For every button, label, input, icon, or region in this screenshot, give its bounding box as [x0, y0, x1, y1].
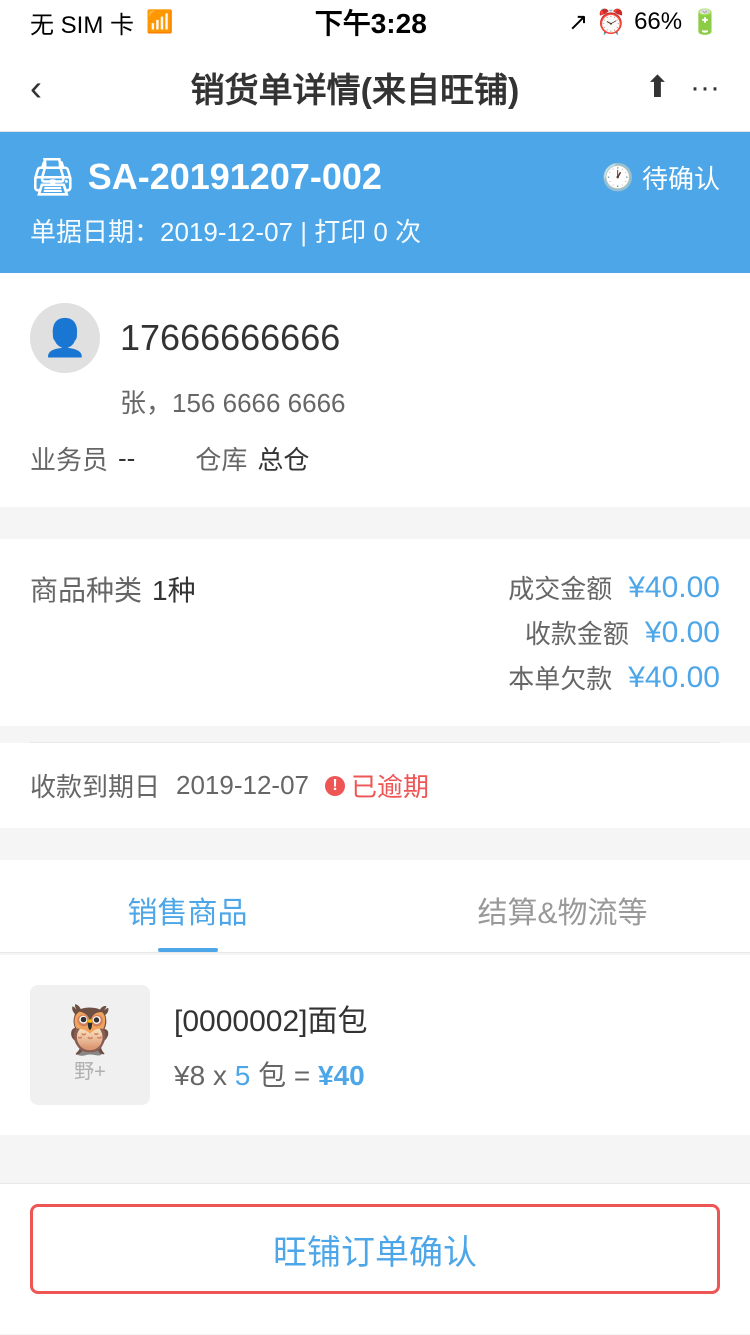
order-id-icon: 🖨 — [30, 156, 76, 198]
due-date-value: 2019-12-07 — [176, 770, 309, 801]
tab-products-label: 销售商品 — [128, 897, 248, 930]
status-bar: 无 SIM 卡 📶 下午3:28 ↗ ⏰ 66% 🔋 — [0, 0, 750, 44]
nav-actions: ⬆ ··· — [620, 70, 720, 105]
collected-amount-item: 收款金额 ¥0.00 — [525, 614, 720, 651]
product-name: [0000002]面包 — [174, 996, 720, 1040]
summary-left: 商品种类 1种 — [30, 569, 196, 609]
product-logo: 🦉 野+ — [60, 1007, 120, 1084]
product-item: 🦉 野+ [0000002]面包 ¥8 x 5 包 = ¥40 — [0, 955, 750, 1135]
warehouse-field: 仓库 总仓 — [195, 440, 309, 477]
quantity: 5 — [235, 1060, 251, 1091]
order-header-row1: 🖨 SA-20191207-002 🕐 待确认 — [30, 156, 720, 198]
collected-value: ¥0.00 — [645, 616, 720, 650]
customer-card: 👤 17666666666 张，156 6666 6666 业务员 -- 仓库 … — [0, 273, 750, 507]
more-icon[interactable]: ··· — [690, 71, 720, 105]
status-left: 无 SIM 卡 📶 — [30, 5, 173, 40]
overdue-icon: ! — [325, 776, 345, 796]
plus-label: 野+ — [74, 1055, 106, 1084]
battery-text: 66% — [634, 8, 682, 36]
customer-meta: 业务员 -- 仓库 总仓 — [30, 440, 720, 477]
page-title: 销货单详情(来自旺铺) — [90, 63, 620, 112]
product-info: [0000002]面包 ¥8 x 5 包 = ¥40 — [174, 996, 720, 1094]
customer-name: 张，156 6666 6666 — [30, 383, 720, 420]
transaction-value: ¥40.00 — [628, 571, 720, 605]
status-right: ↗ ⏰ 66% 🔋 — [568, 8, 720, 37]
confirm-order-button[interactable]: 旺铺订单确认 — [30, 1204, 720, 1294]
share-icon[interactable]: ⬆ — [645, 70, 670, 105]
owed-value: ¥40.00 — [628, 661, 720, 695]
summary-card: 商品种类 1种 成交金额 ¥40.00 收款金额 ¥0.00 本单欠款 ¥40.… — [0, 539, 750, 726]
alarm-icon: ⏰ — [596, 8, 626, 37]
tab-settlement-label: 结算&物流等 — [477, 897, 647, 930]
product-type-item: 商品种类 1种 — [30, 569, 196, 609]
nav-bar: ‹ 销货单详情(来自旺铺) ⬆ ··· — [0, 44, 750, 132]
product-thumbnail: 🦉 野+ — [30, 985, 150, 1105]
location-icon: ↗ — [568, 8, 588, 37]
equals-symbol: = — [294, 1060, 318, 1091]
order-id-text: SA-20191207-002 — [88, 156, 382, 198]
overdue-badge: ! 已逾期 — [325, 767, 429, 804]
avatar-icon: 👤 — [43, 317, 88, 359]
overdue-text: 已逾期 — [351, 767, 429, 804]
battery-icon: 🔋 — [690, 8, 720, 37]
carrier-text: 无 SIM 卡 — [30, 5, 134, 40]
warehouse-label: 仓库 — [195, 440, 247, 477]
time-display: 下午3:28 — [315, 2, 427, 42]
tab-products[interactable]: 销售商品 — [0, 860, 375, 952]
status-text: 待确认 — [642, 159, 720, 196]
multiply-symbol: x — [213, 1060, 235, 1091]
tabs-container: 销售商品 结算&物流等 — [0, 860, 750, 953]
unit-price: ¥8 — [174, 1060, 205, 1091]
owl-icon: 🦉 — [60, 1007, 120, 1055]
summary-row: 商品种类 1种 成交金额 ¥40.00 收款金额 ¥0.00 本单欠款 ¥40.… — [30, 569, 720, 696]
product-price: ¥8 x 5 包 = ¥40 — [174, 1054, 720, 1094]
tab-settlement[interactable]: 结算&物流等 — [375, 860, 750, 952]
divider-2 — [0, 844, 750, 860]
due-date-label: 收款到期日 — [30, 767, 160, 804]
salesperson-field: 业务员 -- — [30, 440, 135, 477]
bottom-bar: 旺铺订单确认 — [0, 1183, 750, 1334]
wifi-icon: 📶 — [146, 9, 173, 35]
unit: 包 — [258, 1060, 286, 1091]
owed-amount-item: 本单欠款 ¥40.00 — [508, 659, 720, 696]
salesperson-label: 业务员 — [30, 440, 108, 477]
summary-right: 成交金额 ¥40.00 收款金额 ¥0.00 本单欠款 ¥40.00 — [508, 569, 720, 696]
divider-1 — [0, 523, 750, 539]
order-date: 单据日期：2019-12-07 | 打印 0 次 — [30, 212, 720, 249]
customer-phone: 17666666666 — [120, 317, 340, 359]
transaction-label: 成交金额 — [508, 569, 612, 606]
order-status: 🕐 待确认 — [602, 159, 720, 196]
warehouse-value: 总仓 — [257, 440, 309, 477]
product-type-label: 商品种类 — [30, 569, 142, 609]
product-type-value: 1种 — [152, 569, 196, 609]
order-id: 🖨 SA-20191207-002 — [30, 156, 382, 198]
back-button[interactable]: ‹ — [30, 67, 90, 109]
status-clock-icon: 🕐 — [602, 162, 634, 193]
owed-label: 本单欠款 — [508, 659, 612, 696]
due-date-row: 收款到期日 2019-12-07 ! 已逾期 — [0, 743, 750, 828]
salesperson-value: -- — [118, 443, 135, 474]
total-price: ¥40 — [318, 1060, 365, 1091]
collected-label: 收款金额 — [525, 614, 629, 651]
avatar: 👤 — [30, 303, 100, 373]
order-header: 🖨 SA-20191207-002 🕐 待确认 单据日期：2019-12-07 … — [0, 132, 750, 273]
transaction-amount-item: 成交金额 ¥40.00 — [508, 569, 720, 606]
product-list: 🦉 野+ [0000002]面包 ¥8 x 5 包 = ¥40 — [0, 955, 750, 1135]
customer-row1: 👤 17666666666 — [30, 303, 720, 373]
